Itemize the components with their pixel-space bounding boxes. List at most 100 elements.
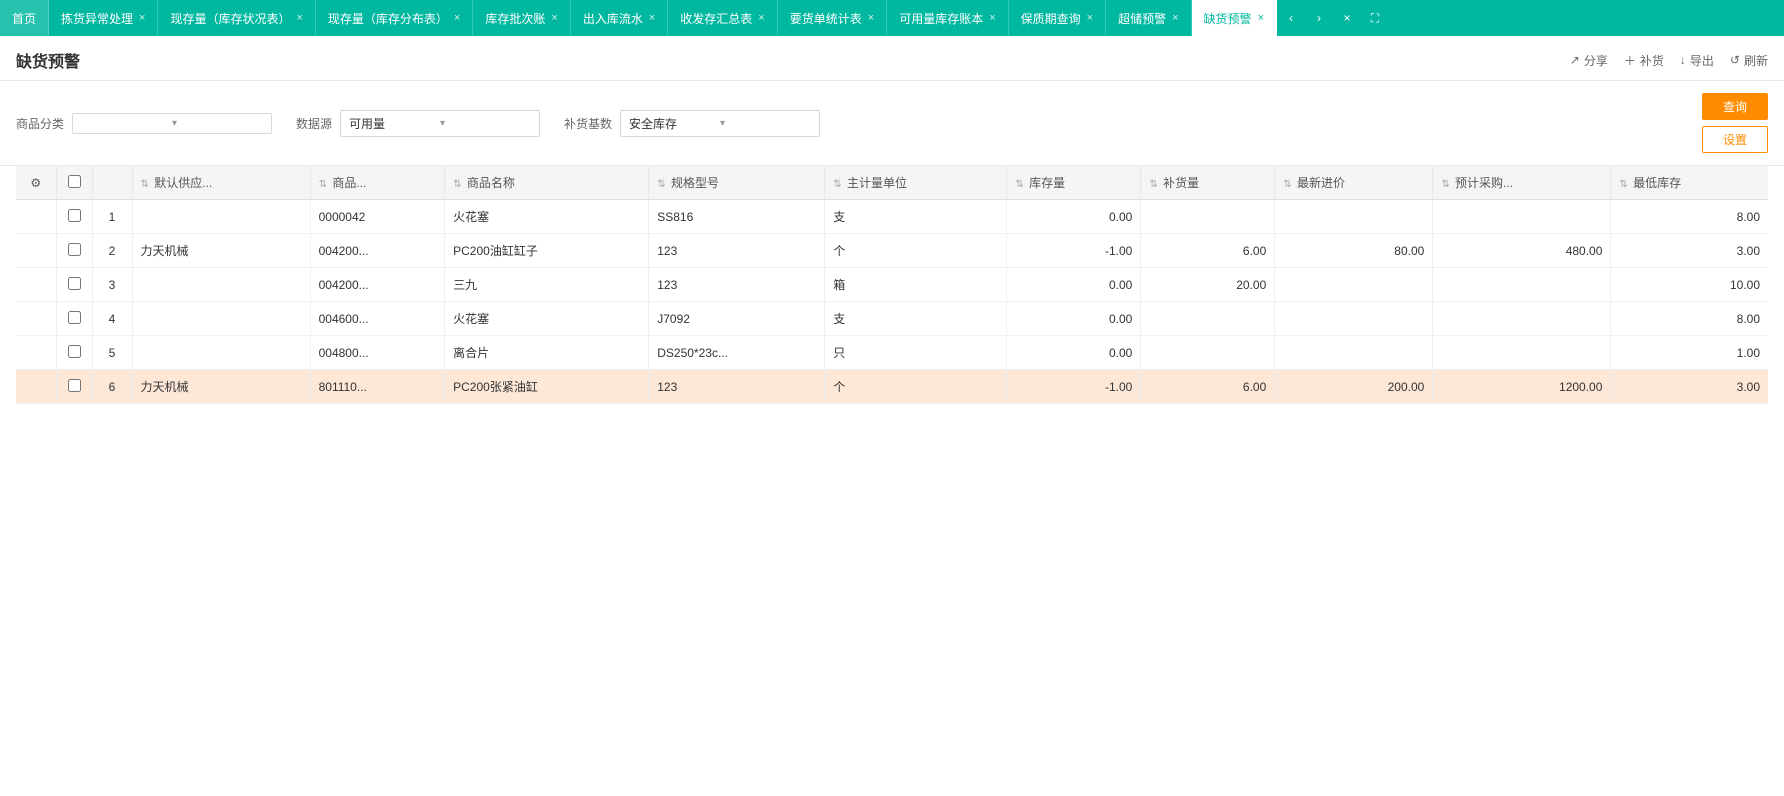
export-icon: ↓: [1680, 53, 1686, 67]
row-latest-price: [1275, 200, 1433, 234]
filter-actions: 查询 设置: [1702, 93, 1768, 153]
col-header-unit[interactable]: ⇅ 主计量单位: [825, 166, 1007, 200]
tab-receive-summary[interactable]: 收发存汇总表 ×: [668, 0, 777, 36]
row-unit: 支: [825, 200, 1007, 234]
row-checkbox[interactable]: [68, 379, 81, 392]
row-checkbox-cell[interactable]: [56, 268, 92, 302]
close-tab-requisition-stats[interactable]: ×: [868, 12, 874, 24]
col-header-spec[interactable]: ⇅ 规格型号: [649, 166, 825, 200]
col-header-stock[interactable]: ⇅ 库存量: [1007, 166, 1141, 200]
col-header-estimated-purchase[interactable]: ⇅ 预计采购...: [1433, 166, 1611, 200]
table-row: 6 力天机械 801110... PC200张紧油缸 123 个 -1.00 6…: [16, 370, 1768, 404]
row-gear-cell: [16, 302, 56, 336]
tab-current-stock-dist[interactable]: 现存量（库存分布表） ×: [316, 0, 473, 36]
tab-bar: 首页 拣货异常处理 × 现存量（库存状况表） × 现存量（库存分布表） × 库存…: [0, 0, 1784, 36]
close-tab-current-stock-status[interactable]: ×: [296, 12, 302, 24]
tab-next-btn[interactable]: ›: [1305, 0, 1333, 36]
col-header-product-name[interactable]: ⇅ 商品名称: [445, 166, 649, 200]
row-product-name: 火花塞: [445, 302, 649, 336]
tab-shortage-warning[interactable]: 缺货预警 ×: [1192, 0, 1277, 36]
row-min-stock: 1.00: [1611, 336, 1768, 370]
row-checkbox[interactable]: [68, 243, 81, 256]
replenish-base-select[interactable]: 安全库存 ▾: [620, 110, 820, 137]
row-checkbox[interactable]: [68, 209, 81, 222]
row-checkbox-cell[interactable]: [56, 336, 92, 370]
settings-button[interactable]: 设置: [1702, 126, 1768, 153]
col-header-num: [92, 166, 132, 200]
row-replenish-qty: [1141, 302, 1275, 336]
col-header-latest-price[interactable]: ⇅ 最新进价: [1275, 166, 1433, 200]
sort-icon-replenish: ⇅: [1149, 179, 1157, 190]
close-tab-current-stock-dist[interactable]: ×: [454, 12, 460, 24]
row-supplier: [132, 268, 310, 302]
table-row: 2 力天机械 004200... PC200油缸缸子 123 个 -1.00 6…: [16, 234, 1768, 268]
row-unit: 支: [825, 302, 1007, 336]
replenish-base-label: 补货基数: [564, 115, 612, 132]
row-estimated-purchase: 1200.00: [1433, 370, 1611, 404]
col-header-min-stock[interactable]: ⇅ 最低库存: [1611, 166, 1768, 200]
row-supplier: 力天机械: [132, 234, 310, 268]
close-tab-expiry-query[interactable]: ×: [1087, 12, 1093, 24]
table-row: 1 0000042 火花塞 SS816 支 0.00 8.00: [16, 200, 1768, 234]
tab-expiry-query[interactable]: 保质期查询 ×: [1009, 0, 1106, 36]
close-tab-pick-exception[interactable]: ×: [139, 12, 145, 24]
row-product-name: PC200张紧油缸: [445, 370, 649, 404]
tab-prev-btn[interactable]: ‹: [1277, 0, 1305, 36]
table-row: 3 004200... 三九 123 箱 0.00 20.00 10.00: [16, 268, 1768, 302]
tab-available-ledger[interactable]: 可用量库存账本 ×: [887, 0, 1008, 36]
tab-pick-exception[interactable]: 拣货异常处理 ×: [49, 0, 158, 36]
row-supplier: [132, 200, 310, 234]
select-all-checkbox[interactable]: [68, 175, 81, 188]
share-button[interactable]: ↗ 分享: [1570, 52, 1608, 69]
close-tab-batch-account[interactable]: ×: [551, 12, 557, 24]
refresh-icon: ↺: [1730, 53, 1740, 67]
replenish-button[interactable]: ＋ 补货: [1624, 52, 1664, 69]
row-min-stock: 3.00: [1611, 234, 1768, 268]
category-filter-group: 商品分类 ▾: [16, 113, 272, 134]
row-checkbox[interactable]: [68, 311, 81, 324]
category-select[interactable]: ▾: [72, 113, 272, 134]
export-button[interactable]: ↓ 导出: [1680, 52, 1714, 69]
query-button[interactable]: 查询: [1702, 93, 1768, 120]
sort-icon-est-purchase: ⇅: [1441, 179, 1449, 190]
datasource-select[interactable]: 可用量 ▾: [340, 110, 540, 137]
close-tab-shortage-warning[interactable]: ×: [1258, 12, 1264, 24]
col-header-default-supplier[interactable]: ⇅ 默认供应...: [132, 166, 310, 200]
row-checkbox[interactable]: [68, 277, 81, 290]
tab-current-stock-status[interactable]: 现存量（库存状况表） ×: [158, 0, 315, 36]
close-tab-receive-summary[interactable]: ×: [758, 12, 764, 24]
row-checkbox-cell[interactable]: [56, 370, 92, 404]
row-checkbox-cell[interactable]: [56, 234, 92, 268]
tab-inout-flow[interactable]: 出入库流水 ×: [571, 0, 668, 36]
tab-home[interactable]: 首页: [0, 0, 49, 36]
col-header-gear[interactable]: ⚙: [16, 166, 56, 200]
row-estimated-purchase: 480.00: [1433, 234, 1611, 268]
tab-close-btn[interactable]: ×: [1333, 0, 1361, 36]
col-header-checkbox[interactable]: [56, 166, 92, 200]
close-tab-overstock-warning[interactable]: ×: [1172, 12, 1178, 24]
row-latest-price: [1275, 268, 1433, 302]
tab-fullscreen-btn[interactable]: ⛶: [1361, 0, 1389, 36]
row-checkbox-cell[interactable]: [56, 200, 92, 234]
refresh-button[interactable]: ↺ 刷新: [1730, 52, 1768, 69]
col-header-product-code[interactable]: ⇅ 商品...: [310, 166, 445, 200]
row-replenish-qty: [1141, 336, 1275, 370]
row-estimated-purchase: [1433, 302, 1611, 336]
row-unit: 个: [825, 234, 1007, 268]
row-replenish-qty: 20.00: [1141, 268, 1275, 302]
row-latest-price: 200.00: [1275, 370, 1433, 404]
tab-overstock-warning[interactable]: 超储预警 ×: [1106, 0, 1191, 36]
close-tab-available-ledger[interactable]: ×: [989, 12, 995, 24]
row-num: 1: [92, 200, 132, 234]
datasource-arrow-icon: ▾: [440, 118, 531, 129]
tab-batch-account[interactable]: 库存批次账 ×: [473, 0, 570, 36]
category-arrow-icon: ▾: [172, 118, 263, 129]
row-num: 6: [92, 370, 132, 404]
row-checkbox[interactable]: [68, 345, 81, 358]
header-actions: ↗ 分享 ＋ 补货 ↓ 导出 ↺ 刷新: [1570, 52, 1768, 69]
col-header-replenish-qty[interactable]: ⇅ 补货量: [1141, 166, 1275, 200]
close-tab-inout-flow[interactable]: ×: [649, 12, 655, 24]
row-spec: 123: [649, 370, 825, 404]
row-checkbox-cell[interactable]: [56, 302, 92, 336]
tab-requisition-stats[interactable]: 要货单统计表 ×: [778, 0, 887, 36]
